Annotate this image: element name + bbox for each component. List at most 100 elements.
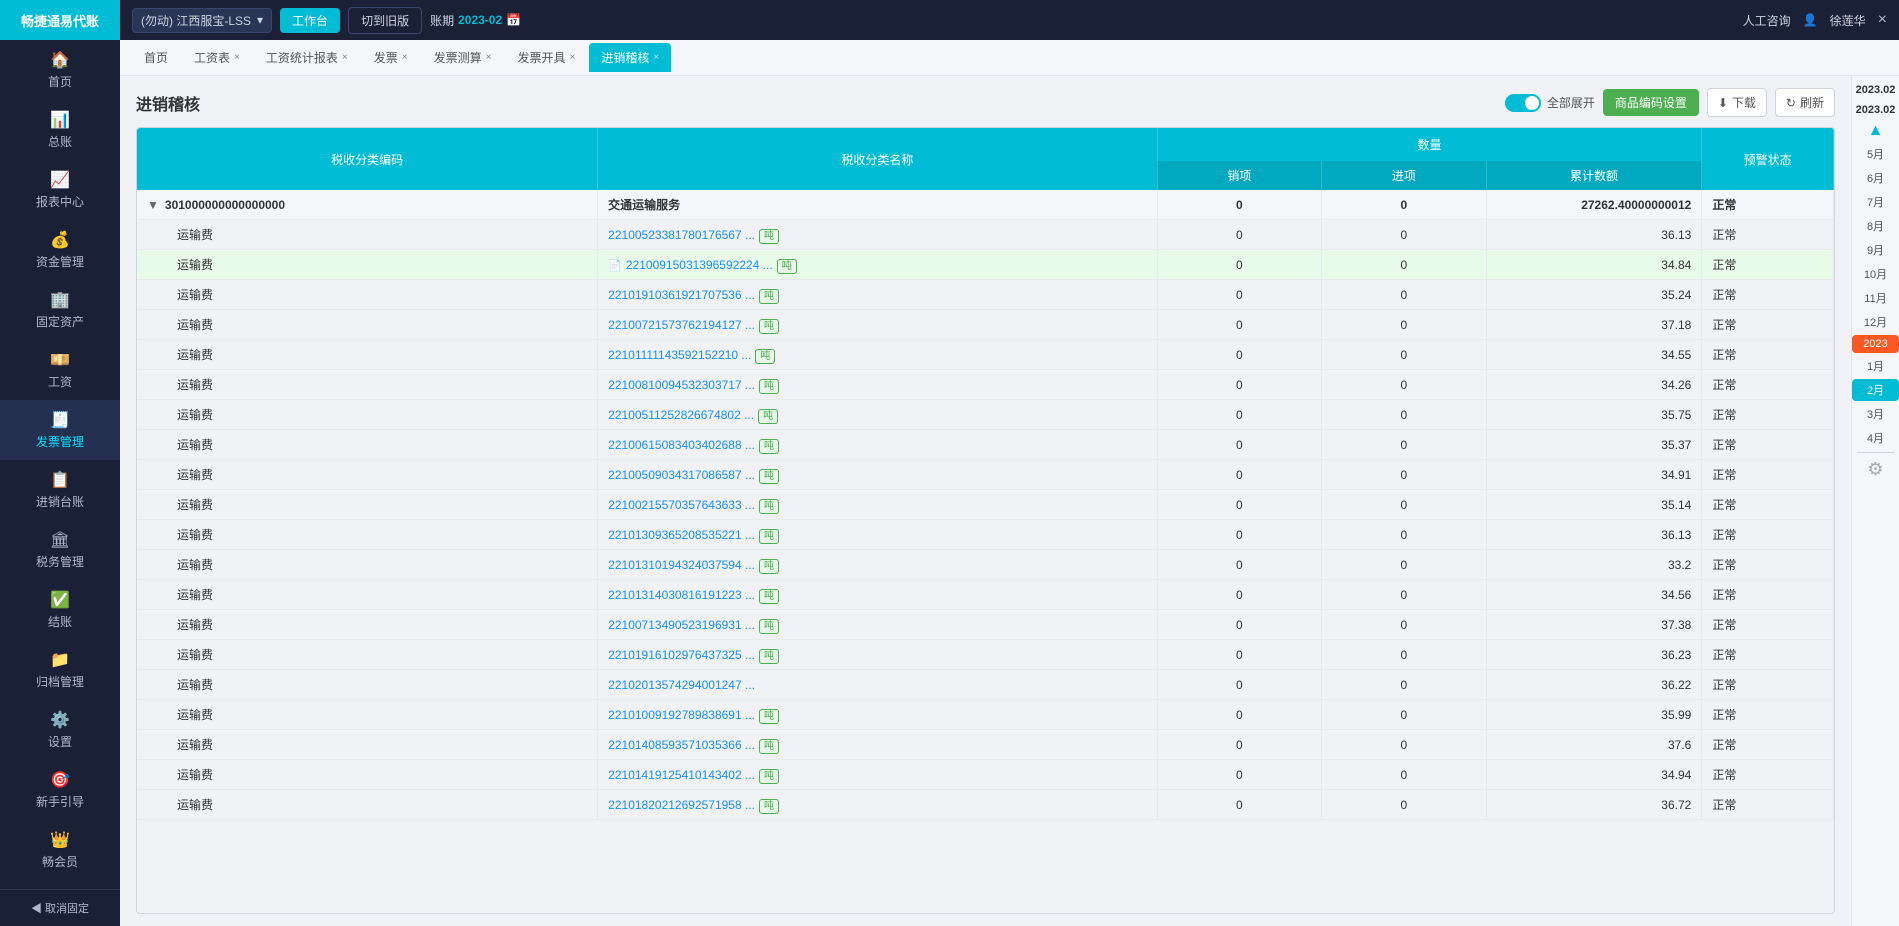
right-panel-month-9[interactable]: 9月 xyxy=(1852,238,1899,262)
sidebar-item-home[interactable]: 🏠 首页 xyxy=(0,40,120,100)
table-row: 运输费 22101408593571035366 ...吨 0 0 37.6 正… xyxy=(137,730,1834,760)
cell-purchase: 0 xyxy=(1322,190,1487,220)
sidebar-item-guide[interactable]: 🎯 新手引导 xyxy=(0,760,120,820)
cell-code: 运输费 xyxy=(137,700,598,730)
cell-sale: 0 xyxy=(1157,400,1322,430)
cell-purchase: 0 xyxy=(1322,520,1487,550)
cell-total: 34.55 xyxy=(1486,340,1702,370)
tab-invoice-calc-close[interactable]: × xyxy=(486,52,492,63)
tab-invoice-calc[interactable]: 发票测算 × xyxy=(422,43,504,72)
right-panel-month-3[interactable]: 3月 xyxy=(1852,402,1899,426)
page-header: 进销稽核 全部展开 商品编码设置 ⬇ 下载 ↻ 刷新 xyxy=(136,88,1835,117)
cell-purchase: 0 xyxy=(1322,430,1487,460)
sidebar-item-assets[interactable]: 🏢 固定资产 xyxy=(0,280,120,340)
data-table-wrapper: 税收分类编码 税收分类名称 数量 预警状态 销项 进项 累计数额 xyxy=(136,127,1835,914)
tab-payroll-close[interactable]: × xyxy=(234,52,240,63)
right-panel-month-2-active[interactable]: 2月 xyxy=(1852,379,1899,401)
sidebar-item-tax[interactable]: 🏛 税务管理 xyxy=(0,520,120,580)
cell-sale: 0 xyxy=(1157,220,1322,250)
tab-purchase-sales-check-close[interactable]: × xyxy=(653,52,659,63)
cell-status: 正常 xyxy=(1702,400,1834,430)
cell-code: 运输费 xyxy=(137,730,598,760)
cell-code: 运输费 xyxy=(137,670,598,700)
tab-home[interactable]: 首页 xyxy=(132,43,180,72)
topbar-right: 人工咨询 👤 徐莲华 × xyxy=(1743,11,1887,29)
table-row: 运输费 22100615083403402688 ...吨 0 0 35.37 … xyxy=(137,430,1834,460)
refresh-btn[interactable]: ↻ 刷新 xyxy=(1775,88,1835,117)
cell-status: 正常 xyxy=(1702,460,1834,490)
cell-code: 运输费 xyxy=(137,340,598,370)
settings-btn[interactable]: 商品编码设置 xyxy=(1603,89,1699,116)
right-panel-month-5[interactable]: 5月 xyxy=(1852,142,1899,166)
th-quantity-group: 数量 xyxy=(1157,128,1702,161)
right-panel-month-7[interactable]: 7月 xyxy=(1852,190,1899,214)
calendar-icon[interactable]: 📅 xyxy=(506,13,521,27)
sidebar-item-settings[interactable]: ⚙️ 设置 xyxy=(0,700,120,760)
table-row: 运输费 📄22100915031396592224 ...吨 0 0 34.84… xyxy=(137,250,1834,280)
download-btn[interactable]: ⬇ 下载 xyxy=(1707,88,1767,117)
right-panel-month-12[interactable]: 12月 xyxy=(1852,310,1899,334)
cell-total: 35.14 xyxy=(1486,490,1702,520)
right-panel-month-8[interactable]: 8月 xyxy=(1852,214,1899,238)
cell-invoice: 22102013574294001247 ... xyxy=(598,670,1157,700)
cell-sale: 0 xyxy=(1157,340,1322,370)
cell-invoice: 22100523381780176567 ...吨 xyxy=(598,220,1157,250)
right-panel-month-11[interactable]: 11月 xyxy=(1852,286,1899,310)
tab-invoice-close[interactable]: × xyxy=(402,52,408,63)
cell-invoice: 22101916102976437325 ...吨 xyxy=(598,640,1157,670)
support-btn[interactable]: 人工咨询 xyxy=(1743,12,1791,29)
sidebar-item-member[interactable]: 👑 畅会员 xyxy=(0,820,120,880)
right-panel-month-4[interactable]: 4月 xyxy=(1852,426,1899,450)
cell-invoice: 22100615083403402688 ...吨 xyxy=(598,430,1157,460)
right-panel-month-6[interactable]: 6月 xyxy=(1852,166,1899,190)
sidebar-item-reports[interactable]: 📈 报表中心 xyxy=(0,160,120,220)
th-purchase: 进项 xyxy=(1322,161,1487,190)
right-panel-year-2023-label: 2023 xyxy=(1852,335,1899,353)
workspace-btn[interactable]: 工作台 xyxy=(280,8,340,33)
sidebar-unpin-btn[interactable]: ◀ 取消固定 xyxy=(0,889,120,926)
table-row: 运输费 22101916102976437325 ...吨 0 0 36.23 … xyxy=(137,640,1834,670)
right-panel-settings-icon[interactable]: ⚙ xyxy=(1867,459,1883,480)
cell-sale: 0 xyxy=(1157,610,1322,640)
cell-code: 运输费 xyxy=(137,400,598,430)
sidebar-item-payroll[interactable]: 💴 工资 xyxy=(0,340,120,400)
tab-payroll-stats-close[interactable]: × xyxy=(342,52,348,63)
cell-purchase: 0 xyxy=(1322,400,1487,430)
tab-payroll-stats[interactable]: 工资统计报表 × xyxy=(254,43,360,72)
sidebar-item-invoice[interactable]: 🧾 发票管理 xyxy=(0,400,120,460)
cell-purchase: 0 xyxy=(1322,700,1487,730)
sidebar-item-funds[interactable]: 💰 资金管理 xyxy=(0,220,120,280)
sidebar-item-purchase-sales[interactable]: 📋 进销台账 xyxy=(0,460,120,520)
table-row: 运输费 22102013574294001247 ... 0 0 36.22 正… xyxy=(137,670,1834,700)
sidebar-item-archive[interactable]: 📁 归档管理 xyxy=(0,640,120,700)
cell-code: 运输费 xyxy=(137,280,598,310)
cell-sale: 0 xyxy=(1157,520,1322,550)
topbar-close-btn[interactable]: × xyxy=(1878,11,1887,29)
cell-total: 36.23 xyxy=(1486,640,1702,670)
table-row: 运输费 22101309365208535221 ...吨 0 0 36.13 … xyxy=(137,520,1834,550)
switch-version-btn[interactable]: 切到旧版 xyxy=(348,7,422,34)
cell-code: 运输费 xyxy=(137,220,598,250)
sidebar-item-ledger[interactable]: 📊 总账 xyxy=(0,100,120,160)
tab-payroll[interactable]: 工资表 × xyxy=(182,43,252,72)
cell-purchase: 0 xyxy=(1322,580,1487,610)
cell-purchase: 0 xyxy=(1322,250,1487,280)
table-row: 运输费 22100511252826674802 ...吨 0 0 35.75 … xyxy=(137,400,1834,430)
cell-sale: 0 xyxy=(1157,430,1322,460)
cell-sale: 0 xyxy=(1157,310,1322,340)
right-panel-scroll-up[interactable]: ▲ xyxy=(1866,120,1886,142)
sidebar-item-close-account[interactable]: ✅ 结账 xyxy=(0,580,120,640)
cell-invoice: 22101314030816191223 ...吨 xyxy=(598,580,1157,610)
tab-purchase-sales-check[interactable]: 进销稽核 × xyxy=(589,43,671,72)
cell-status: 正常 xyxy=(1702,190,1834,220)
tab-invoice[interactable]: 发票 × xyxy=(362,43,420,72)
tab-invoice-issue-close[interactable]: × xyxy=(569,52,575,63)
cell-status: 正常 xyxy=(1702,550,1834,580)
company-selector[interactable]: (勿动) 江西服宝-LSS ▾ xyxy=(132,8,272,33)
invoice-icon: 🧾 xyxy=(50,410,70,430)
expand-toggle[interactable] xyxy=(1505,94,1541,112)
right-panel-month-1[interactable]: 1月 xyxy=(1852,354,1899,378)
cell-sale: 0 xyxy=(1157,670,1322,700)
tab-invoice-issue[interactable]: 发票开具 × xyxy=(505,43,587,72)
right-panel-month-10[interactable]: 10月 xyxy=(1852,262,1899,286)
